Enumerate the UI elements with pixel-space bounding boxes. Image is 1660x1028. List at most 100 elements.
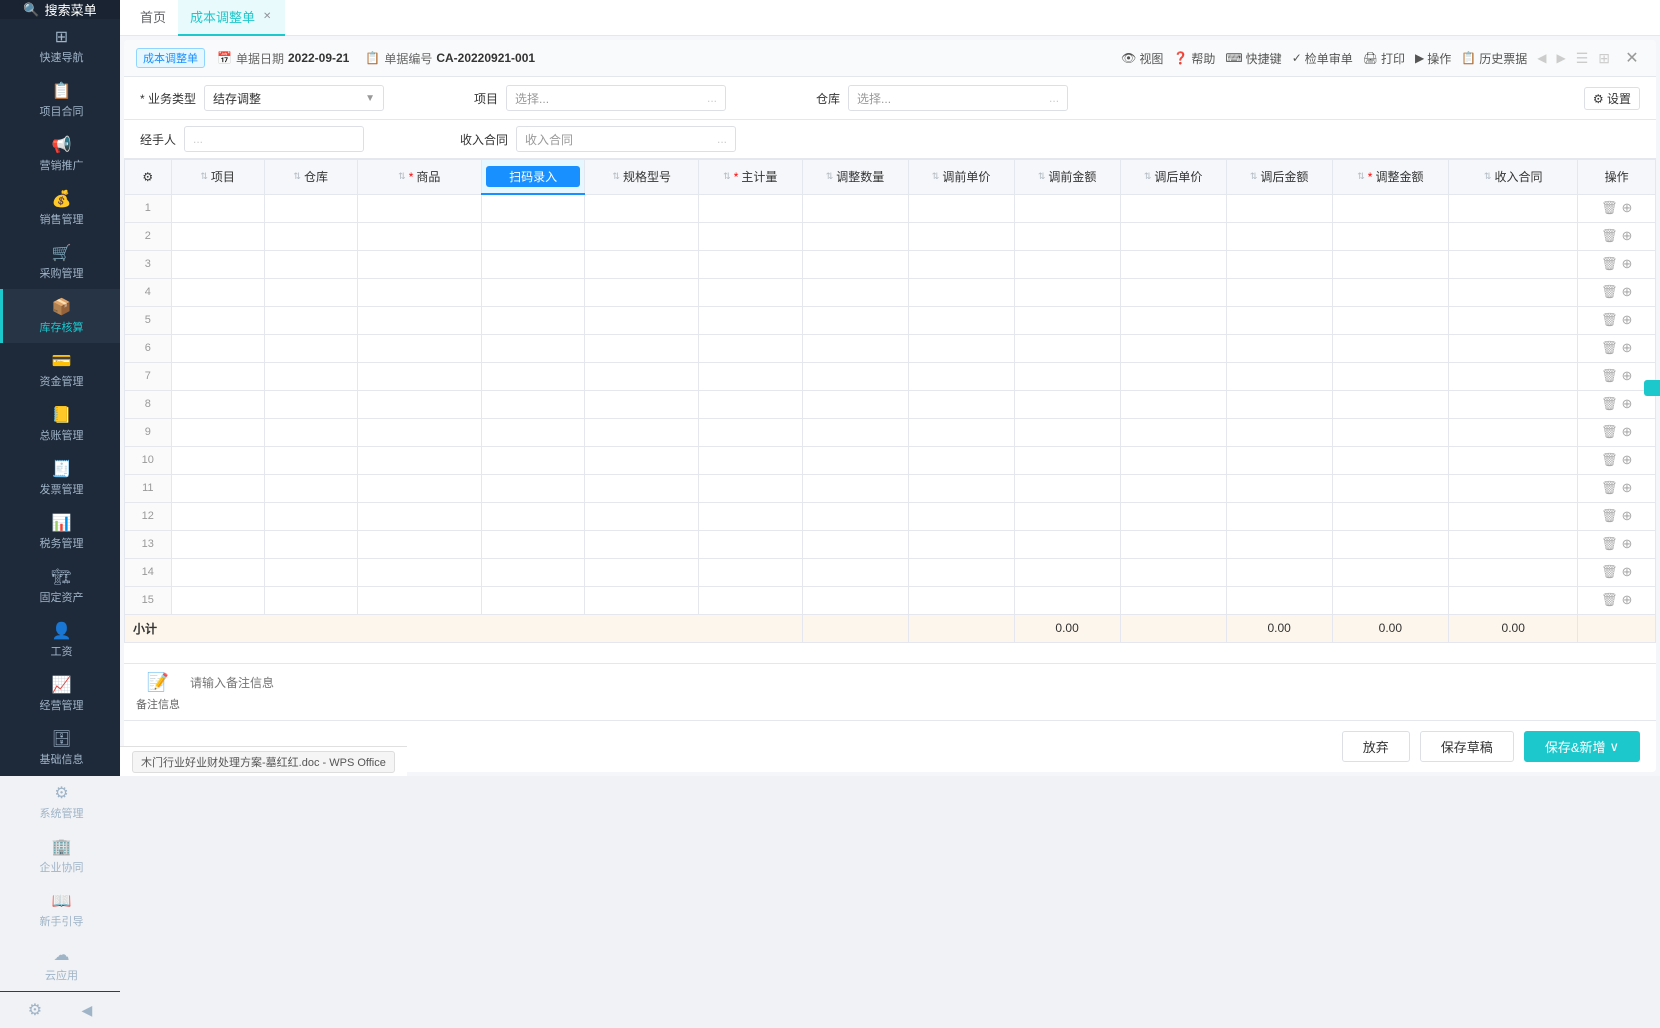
cell-15-0[interactable] xyxy=(171,586,264,614)
cell-7-10[interactable] xyxy=(1226,362,1332,390)
cell-1-6[interactable] xyxy=(802,194,908,222)
warehouse-input[interactable]: 选择... ... xyxy=(848,85,1068,111)
sidebar-header[interactable]: 🔍 搜索菜单 xyxy=(0,0,120,19)
cell-8-7[interactable] xyxy=(908,390,1014,418)
cell-4-7[interactable] xyxy=(908,278,1014,306)
cell-3-8[interactable] xyxy=(1014,250,1120,278)
cell-1-10[interactable] xyxy=(1226,194,1332,222)
cell-8-1[interactable] xyxy=(264,390,357,418)
toolbar-history[interactable]: 📋 历史票据 xyxy=(1461,50,1527,67)
sidebar-item-procurement[interactable]: 🛒采购管理 xyxy=(0,235,120,289)
cell-11-10[interactable] xyxy=(1226,474,1332,502)
cell-7-8[interactable] xyxy=(1014,362,1120,390)
cell-7-1[interactable] xyxy=(264,362,357,390)
cell-13-3[interactable] xyxy=(481,530,584,558)
cell-15-9[interactable] xyxy=(1120,586,1226,614)
cell-15-5[interactable] xyxy=(699,586,802,614)
cell-13-8[interactable] xyxy=(1014,530,1120,558)
sidebar-item-cloud[interactable]: ☁云应用 xyxy=(0,937,120,991)
sidebar-item-ledger[interactable]: 📒总账管理 xyxy=(0,397,120,451)
cell-12-1[interactable] xyxy=(264,502,357,530)
cell-12-4[interactable] xyxy=(585,502,699,530)
cell-6-9[interactable] xyxy=(1120,334,1226,362)
cell-1-8[interactable] xyxy=(1014,194,1120,222)
cell-9-7[interactable] xyxy=(908,418,1014,446)
cell-3-12[interactable] xyxy=(1449,250,1578,278)
save-new-button[interactable]: 保存&新增 ∨ xyxy=(1524,731,1640,762)
sidebar-item-tax[interactable]: 📊税务管理 xyxy=(0,505,120,559)
cell-12-8[interactable] xyxy=(1014,502,1120,530)
sidebar-item-marketing[interactable]: 📢营销推广 xyxy=(0,127,120,181)
cell-15-10[interactable] xyxy=(1226,586,1332,614)
cell-11-2[interactable] xyxy=(357,474,481,502)
cell-5-2[interactable] xyxy=(357,306,481,334)
cell-4-0[interactable] xyxy=(171,278,264,306)
cell-2-9[interactable] xyxy=(1120,222,1226,250)
cell-11-5[interactable] xyxy=(699,474,802,502)
cell-4-3[interactable] xyxy=(481,278,584,306)
cell-14-10[interactable] xyxy=(1226,558,1332,586)
copy-icon-12[interactable]: ⊕ xyxy=(1621,508,1632,524)
cell-7-12[interactable] xyxy=(1449,362,1578,390)
cell-9-11[interactable] xyxy=(1332,418,1448,446)
cell-11-11[interactable] xyxy=(1332,474,1448,502)
cell-4-9[interactable] xyxy=(1120,278,1226,306)
cell-9-2[interactable] xyxy=(357,418,481,446)
cell-6-0[interactable] xyxy=(171,334,264,362)
cell-9-1[interactable] xyxy=(264,418,357,446)
cell-1-4[interactable] xyxy=(585,194,699,222)
cell-3-1[interactable] xyxy=(264,250,357,278)
copy-icon-5[interactable]: ⊕ xyxy=(1621,312,1632,328)
cell-10-0[interactable] xyxy=(171,446,264,474)
toolbar-shortcut[interactable]: ⌨ 快捷键 xyxy=(1225,50,1281,67)
cell-8-5[interactable] xyxy=(699,390,802,418)
business-type-input[interactable]: 结存调整 ▼ xyxy=(204,85,384,111)
cell-6-6[interactable] xyxy=(802,334,908,362)
tab-cost-adjust[interactable]: 成本调整单 ✕ xyxy=(178,0,285,36)
cell-8-12[interactable] xyxy=(1449,390,1578,418)
cell-15-2[interactable] xyxy=(357,586,481,614)
cell-2-10[interactable] xyxy=(1226,222,1332,250)
cell-3-0[interactable] xyxy=(171,250,264,278)
cell-10-9[interactable] xyxy=(1120,446,1226,474)
cell-13-10[interactable] xyxy=(1226,530,1332,558)
cell-3-4[interactable] xyxy=(585,250,699,278)
copy-icon-9[interactable]: ⊕ xyxy=(1621,424,1632,440)
cell-2-5[interactable] xyxy=(699,222,802,250)
cell-15-3[interactable] xyxy=(481,586,584,614)
cell-3-10[interactable] xyxy=(1226,250,1332,278)
cell-13-1[interactable] xyxy=(264,530,357,558)
cell-2-4[interactable] xyxy=(585,222,699,250)
toolbar-operation[interactable]: ▶ 操作 xyxy=(1415,50,1451,67)
cell-7-0[interactable] xyxy=(171,362,264,390)
cell-3-2[interactable] xyxy=(357,250,481,278)
cell-5-8[interactable] xyxy=(1014,306,1120,334)
cell-14-2[interactable] xyxy=(357,558,481,586)
delete-icon-2[interactable]: 🗑 xyxy=(1601,228,1618,244)
cell-3-3[interactable] xyxy=(481,250,584,278)
delete-icon-10[interactable]: 🗑 xyxy=(1601,452,1618,468)
cell-10-3[interactable] xyxy=(481,446,584,474)
cell-14-1[interactable] xyxy=(264,558,357,586)
cell-1-7[interactable] xyxy=(908,194,1014,222)
settings-icon[interactable]: ⚙ xyxy=(28,1000,42,1020)
delete-icon-1[interactable]: 🗑 xyxy=(1601,200,1618,216)
cell-4-1[interactable] xyxy=(264,278,357,306)
cell-7-7[interactable] xyxy=(908,362,1014,390)
cell-12-5[interactable] xyxy=(699,502,802,530)
cell-3-6[interactable] xyxy=(802,250,908,278)
notes-input[interactable] xyxy=(190,672,1644,694)
cell-14-0[interactable] xyxy=(171,558,264,586)
cell-6-3[interactable] xyxy=(481,334,584,362)
cell-14-9[interactable] xyxy=(1120,558,1226,586)
cell-7-4[interactable] xyxy=(585,362,699,390)
copy-icon-1[interactable]: ⊕ xyxy=(1621,200,1632,216)
cell-7-3[interactable] xyxy=(481,362,584,390)
cell-8-2[interactable] xyxy=(357,390,481,418)
delete-icon-15[interactable]: 🗑 xyxy=(1601,592,1618,608)
col-scan[interactable]: 扫码录入 xyxy=(481,160,584,195)
toolbar-view[interactable]: 👁 视图 xyxy=(1121,50,1163,67)
cell-1-0[interactable] xyxy=(171,194,264,222)
cell-7-11[interactable] xyxy=(1332,362,1448,390)
sidebar-item-sales[interactable]: 💰销售管理 xyxy=(0,181,120,235)
